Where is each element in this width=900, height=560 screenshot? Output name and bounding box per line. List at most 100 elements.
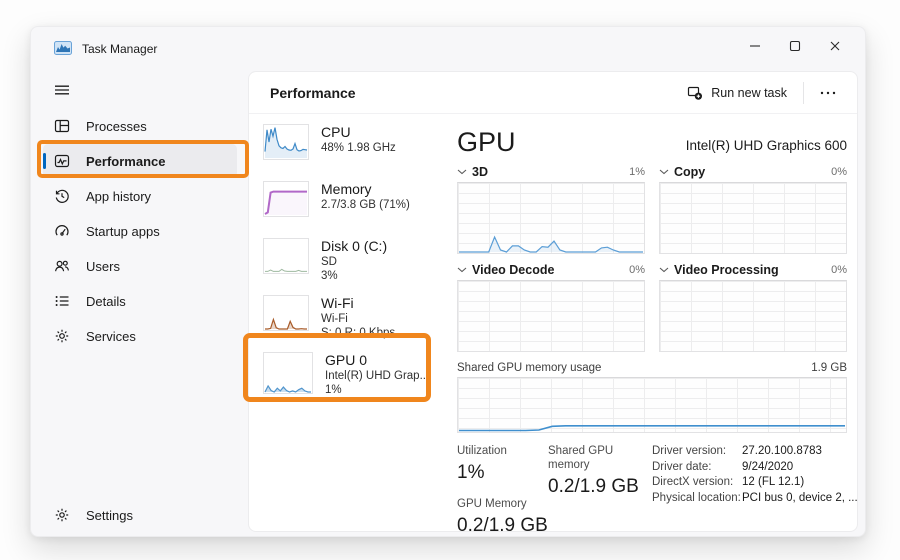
sidebar-item-users[interactable]: Users bbox=[43, 249, 237, 283]
sidebar-item-app-history[interactable]: App history bbox=[43, 179, 237, 213]
sidebar-item-label: App history bbox=[86, 189, 151, 204]
cpu-sparkline bbox=[263, 124, 309, 160]
sidebar-item-label: Users bbox=[86, 259, 120, 274]
perf-item-sub: 2.7/3.8 GB (71%) bbox=[321, 198, 410, 212]
shared-memory-chart bbox=[457, 377, 847, 433]
users-icon bbox=[54, 258, 70, 274]
maximize-button[interactable] bbox=[775, 32, 815, 60]
services-icon bbox=[54, 328, 70, 344]
perf-item-sub: SD bbox=[321, 255, 387, 269]
shared-memory-chart-label: Shared GPU memory usage bbox=[457, 362, 601, 374]
perf-item-wifi[interactable]: Wi-Fi Wi-Fi S: 0 R: 0 Kbps bbox=[259, 293, 457, 344]
sidebar-item-performance[interactable]: Performance bbox=[43, 144, 237, 178]
task-manager-logo-icon bbox=[54, 41, 72, 55]
sidebar-item-details[interactable]: Details bbox=[43, 284, 237, 318]
driver-info-value: PCI bus 0, device 2, ... bbox=[742, 491, 858, 507]
header-divider bbox=[803, 82, 804, 104]
engine-selector-copy[interactable]: Copy 0% bbox=[659, 164, 847, 179]
perf-item-sub: S: 0 R: 0 Kbps bbox=[321, 326, 395, 340]
engine-selector-video-processing[interactable]: Video Processing 0% bbox=[659, 262, 847, 277]
sidebar-item-settings[interactable]: Settings bbox=[43, 498, 237, 532]
sidebar-item-label: Performance bbox=[86, 154, 165, 169]
gpu-sparkline bbox=[263, 352, 313, 394]
driver-info-table: Driver version: 27.20.100.8783 Driver da… bbox=[652, 444, 858, 537]
sidebar-item-label: Details bbox=[86, 294, 126, 309]
chevron-down-icon bbox=[457, 267, 467, 273]
more-icon bbox=[820, 91, 836, 95]
driver-info-value: 9/24/2020 bbox=[742, 460, 858, 476]
task-manager-window: Task Manager Processes Performance bbox=[30, 26, 866, 537]
engine-label: Copy bbox=[674, 165, 705, 179]
run-new-task-icon bbox=[687, 85, 703, 101]
sidebar-item-label: Settings bbox=[86, 508, 133, 523]
sidebar-item-label: Startup apps bbox=[86, 224, 160, 239]
driver-info-value: 12 (FL 12.1) bbox=[742, 475, 858, 491]
engine-percent: 0% bbox=[831, 264, 847, 276]
perf-item-title: CPU bbox=[321, 124, 396, 141]
performance-panel: Performance Run new task C bbox=[248, 71, 858, 532]
gpu-adapter-name: Intel(R) UHD Graphics 600 bbox=[686, 138, 847, 158]
utilization-label: Utilization bbox=[457, 444, 548, 458]
engine-selector-video-decode[interactable]: Video Decode 0% bbox=[457, 262, 645, 277]
chevron-down-icon bbox=[659, 169, 669, 175]
perf-item-disk[interactable]: Disk 0 (C:) SD 3% bbox=[259, 236, 457, 287]
driver-info-key: Driver version: bbox=[652, 444, 742, 460]
gpu-detail-panel: GPU Intel(R) UHD Graphics 600 3D 1% Copy bbox=[457, 122, 847, 537]
shared-memory-chart-max: 1.9 GB bbox=[811, 362, 847, 374]
app-history-icon bbox=[54, 188, 70, 204]
perf-item-gpu0[interactable]: GPU 0 Intel(R) UHD Grap... 1% bbox=[259, 350, 457, 410]
close-button[interactable] bbox=[815, 32, 855, 60]
perf-item-sub: 3% bbox=[321, 269, 387, 283]
sidebar-item-label: Services bbox=[86, 329, 136, 344]
selected-accent-bar bbox=[43, 153, 46, 169]
wifi-sparkline bbox=[263, 295, 309, 331]
chevron-down-icon bbox=[457, 169, 467, 175]
engine-percent: 1% bbox=[629, 166, 645, 178]
performance-list: CPU 48% 1.98 GHz Memory 2.7/3.8 GB (71%)… bbox=[259, 122, 457, 416]
gpu-title: GPU bbox=[457, 126, 516, 158]
navigation-menu-button[interactable] bbox=[43, 74, 81, 106]
perf-item-sub: Wi-Fi bbox=[321, 312, 395, 326]
processes-icon bbox=[54, 118, 70, 134]
memory-sparkline bbox=[263, 181, 309, 217]
driver-info-value: 27.20.100.8783 bbox=[742, 444, 858, 460]
chevron-down-icon bbox=[659, 267, 669, 273]
startup-apps-icon bbox=[54, 223, 70, 239]
perf-item-sub: Intel(R) UHD Grap... bbox=[325, 369, 429, 383]
shared-gpu-memory-label: Shared GPU memory bbox=[548, 444, 652, 472]
perf-item-title: Memory bbox=[321, 181, 410, 198]
perf-item-title: GPU 0 bbox=[325, 352, 429, 369]
run-new-task-button[interactable]: Run new task bbox=[678, 79, 796, 107]
utilization-value: 1% bbox=[457, 461, 548, 484]
engine-selector-3d[interactable]: 3D 1% bbox=[457, 164, 645, 179]
details-icon bbox=[54, 293, 70, 309]
engine-label: Video Processing bbox=[674, 263, 779, 277]
engine-percent: 0% bbox=[629, 264, 645, 276]
gpu-memory-label: GPU Memory bbox=[457, 497, 548, 511]
perf-item-title: Disk 0 (C:) bbox=[321, 238, 387, 255]
perf-item-sub: 1% bbox=[325, 383, 429, 397]
sidebar-item-services[interactable]: Services bbox=[43, 319, 237, 353]
performance-icon bbox=[54, 153, 70, 169]
perf-item-sub: 48% 1.98 GHz bbox=[321, 141, 396, 155]
hamburger-icon bbox=[54, 82, 70, 98]
driver-info-key: DirectX version: bbox=[652, 475, 742, 491]
gear-icon bbox=[54, 507, 70, 523]
sidebar-item-startup-apps[interactable]: Startup apps bbox=[43, 214, 237, 248]
perf-item-cpu[interactable]: CPU 48% 1.98 GHz bbox=[259, 122, 457, 173]
gpu-video-processing-chart bbox=[659, 280, 847, 352]
sidebar-item-processes[interactable]: Processes bbox=[43, 109, 237, 143]
perf-item-memory[interactable]: Memory 2.7/3.8 GB (71%) bbox=[259, 179, 457, 230]
engine-label: Video Decode bbox=[472, 263, 554, 277]
gpu-memory-value: 0.2/1.9 GB bbox=[457, 514, 548, 537]
disk-sparkline bbox=[263, 238, 309, 274]
sidebar-item-label: Processes bbox=[86, 119, 147, 134]
minimize-button[interactable] bbox=[735, 32, 775, 60]
run-new-task-label: Run new task bbox=[711, 86, 787, 100]
gpu-3d-chart bbox=[457, 182, 645, 254]
window-title: Task Manager bbox=[82, 42, 157, 56]
gpu-video-decode-chart bbox=[457, 280, 645, 352]
more-options-button[interactable] bbox=[811, 85, 845, 101]
driver-info-key: Driver date: bbox=[652, 460, 742, 476]
page-title: Performance bbox=[270, 85, 678, 101]
